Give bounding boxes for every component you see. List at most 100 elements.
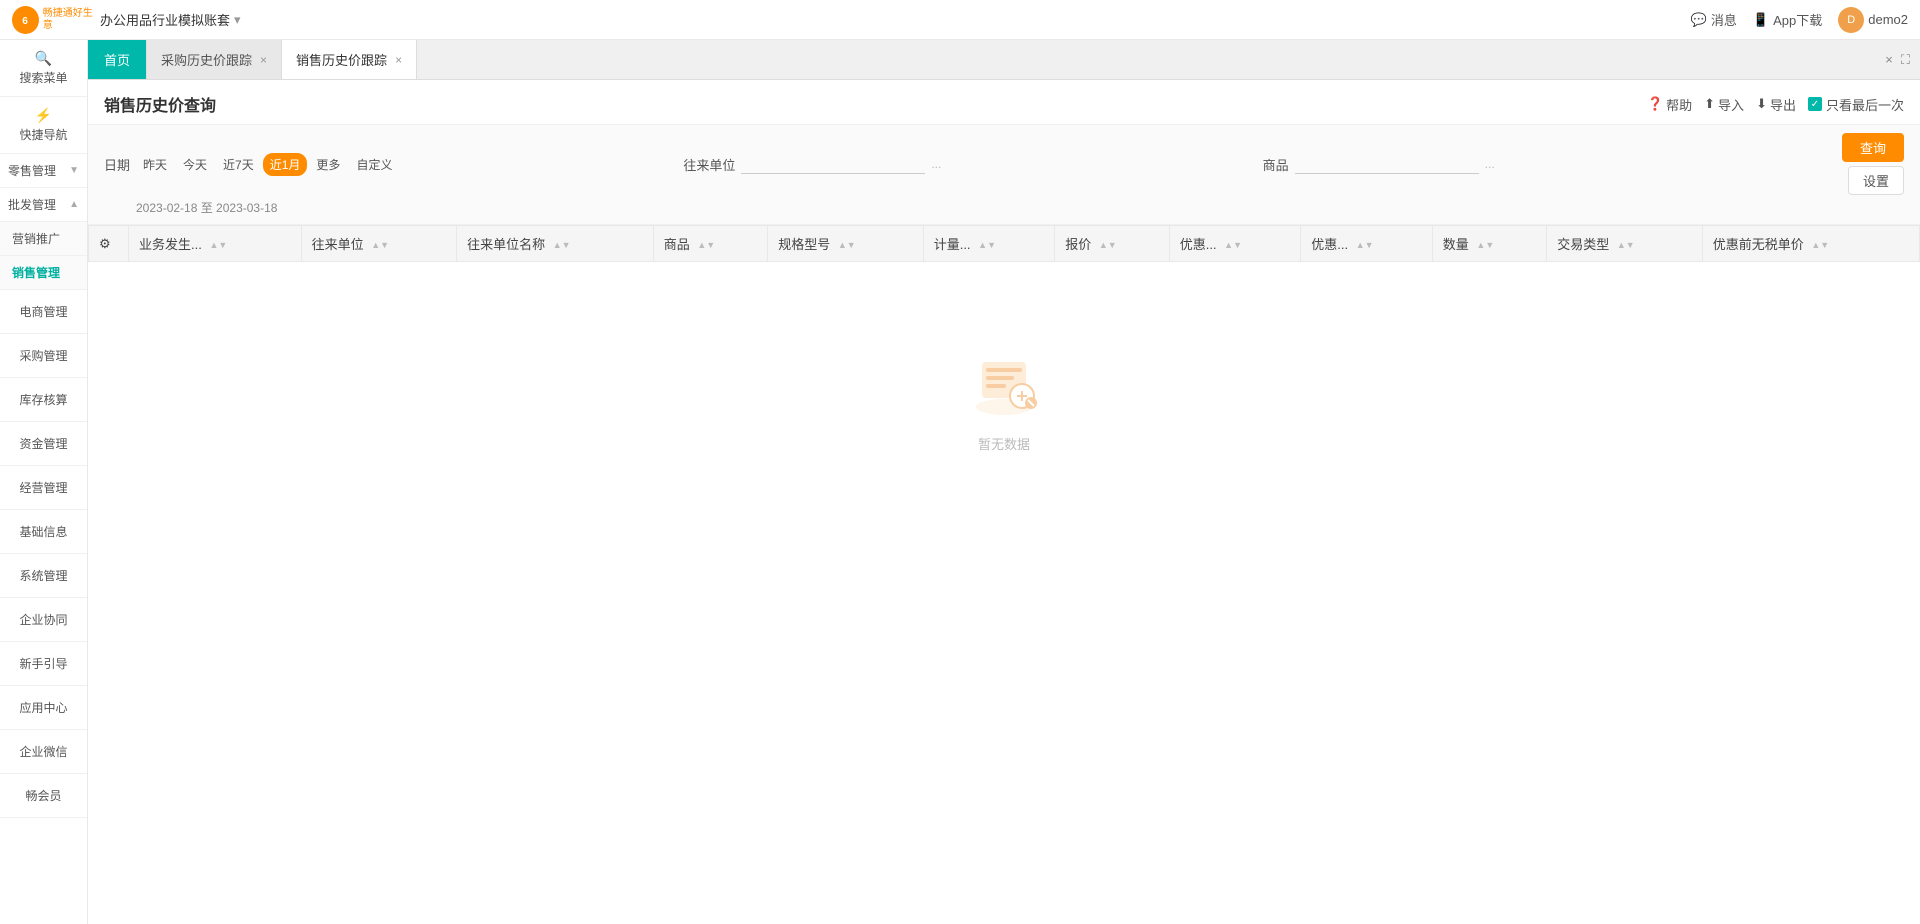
settings-button[interactable]: 设置 [1848, 166, 1904, 195]
sidebar-label-apps: 应用中心 [19, 699, 67, 716]
sidebar-item-retail[interactable]: 零售管理 ▼ [0, 154, 87, 188]
sort-quantity-icon[interactable]: ▲▼ [1476, 241, 1494, 250]
filter-date-range-display: 2023-02-18 至 2023-03-18 [136, 199, 1904, 216]
settings-gear-icon[interactable]: ⚙ [99, 236, 111, 251]
sidebar: 🔍 搜索菜单 ⚡ 快捷导航 零售管理 ▼ 批发管理 ▲ 营销推广 销售管理 电商… [0, 40, 88, 924]
sidebar-item-search[interactable]: 🔍 搜索菜单 [0, 40, 87, 97]
wholesale-submenu: 营销推广 销售管理 [0, 222, 87, 290]
partner-filter-section: 往来单位 ... [683, 154, 1250, 174]
sidebar-item-wechat[interactable]: 企业微信 [0, 730, 87, 774]
sidebar-label-inventory: 库存核算 [19, 391, 67, 408]
tab-bar-right: × ⛶ [1875, 40, 1920, 79]
sidebar-sub-marketing[interactable]: 营销推广 [0, 222, 87, 256]
user-area[interactable]: D demo2 [1838, 7, 1908, 33]
date-btn-yesterday[interactable]: 昨天 [136, 153, 174, 176]
import-btn[interactable]: ⬆ 导入 [1704, 95, 1744, 114]
col-quantity: 数量 ▲▼ [1432, 226, 1546, 262]
sidebar-item-purchase[interactable]: 采购管理 [0, 334, 87, 378]
sidebar-item-basic[interactable]: 基础信息 [0, 510, 87, 554]
sidebar-label-member: 畅会员 [25, 787, 61, 804]
tab-purchase-close-icon[interactable]: × [260, 53, 267, 67]
page-actions: ❓ 帮助 ⬆ 导入 ⬇ 导出 ✓ 只看最后一次 [1647, 95, 1904, 114]
sidebar-item-shortcut[interactable]: ⚡ 快捷导航 [0, 97, 87, 154]
sidebar-item-wholesale[interactable]: 批发管理 ▲ [0, 188, 87, 222]
date-btn-today[interactable]: 今天 [176, 153, 214, 176]
page-content: 销售历史价查询 ❓ 帮助 ⬆ 导入 ⬇ 导出 ✓ [88, 80, 1920, 924]
sidebar-item-enterprise[interactable]: 企业协同 [0, 598, 87, 642]
sidebar-item-finance[interactable]: 资金管理 [0, 422, 87, 466]
sort-product-icon[interactable]: ▲▼ [697, 241, 715, 250]
sidebar-item-inventory[interactable]: 库存核算 [0, 378, 87, 422]
sort-partner-code-icon[interactable]: ▲▼ [371, 241, 389, 250]
message-icon: 💬 [1691, 12, 1707, 28]
help-btn[interactable]: ❓ 帮助 [1647, 95, 1692, 114]
col-quote: 报价 ▲▼ [1055, 226, 1169, 262]
table-area: ⚙ 业务发生... ▲▼ 往来单位 ▲▼ 往来单位名称 [88, 225, 1920, 533]
tab-home[interactable]: 首页 [88, 40, 147, 79]
tab-purchase[interactable]: 采购历史价跟踪 × [147, 40, 282, 79]
query-button[interactable]: 查询 [1842, 133, 1904, 162]
partner-input[interactable] [741, 154, 925, 174]
search-icon: 🔍 [35, 50, 52, 67]
sort-pre-tax-price-icon[interactable]: ▲▼ [1811, 241, 1829, 250]
tab-sales-close-icon[interactable]: × [395, 53, 402, 67]
sidebar-item-system[interactable]: 系统管理 [0, 554, 87, 598]
empty-state: 暂无数据 [88, 262, 1920, 533]
close-window-icon[interactable]: × [1885, 52, 1893, 67]
filter-bar: 日期 昨天 今天 近7天 近1月 更多 自定义 往来单位 [88, 125, 1920, 225]
logo-icon: 6 [12, 6, 39, 34]
empty-state-icon [964, 342, 1044, 422]
table-header-row: ⚙ 业务发生... ▲▼ 往来单位 ▲▼ 往来单位名称 [89, 226, 1920, 262]
sort-discount2-icon[interactable]: ▲▼ [1356, 241, 1374, 250]
sidebar-label-basic: 基础信息 [19, 523, 67, 540]
app-download-btn[interactable]: 📱 App下载 [1753, 10, 1822, 29]
sidebar-item-member[interactable]: 畅会员 [0, 774, 87, 818]
page-header: 销售历史价查询 ❓ 帮助 ⬆ 导入 ⬇ 导出 ✓ [88, 80, 1920, 125]
sidebar-item-apps[interactable]: 应用中心 [0, 686, 87, 730]
logo-area: 6 畅捷通好生意 [12, 6, 100, 34]
page-title: 销售历史价查询 [104, 92, 216, 116]
date-btn-more[interactable]: 更多 [309, 153, 347, 176]
sort-spec-icon[interactable]: ▲▼ [838, 241, 856, 250]
sidebar-item-ecommerce[interactable]: 电商管理 [0, 290, 87, 334]
sidebar-label-purchase: 采购管理 [19, 347, 67, 364]
content-area: 首页 采购历史价跟踪 × 销售历史价跟踪 × × ⛶ 销售历史价查询 [88, 40, 1920, 924]
sort-biz-date-icon[interactable]: ▲▼ [209, 241, 227, 250]
workspace-selector[interactable]: 办公用品行业模拟账套 ▾ [100, 10, 1691, 29]
shortcut-icon: ⚡ [35, 107, 52, 124]
main-layout: 🔍 搜索菜单 ⚡ 快捷导航 零售管理 ▼ 批发管理 ▲ 营销推广 销售管理 电商… [0, 40, 1920, 924]
export-icon: ⬇ [1756, 96, 1767, 112]
sidebar-item-guide[interactable]: 新手引导 [0, 642, 87, 686]
tab-sales[interactable]: 销售历史价跟踪 × [282, 40, 417, 79]
retail-arrow-icon: ▼ [69, 165, 79, 176]
export-label: 导出 [1770, 95, 1796, 114]
col-partner-name: 往来单位名称 ▲▼ [457, 226, 654, 262]
sidebar-label-guide: 新手引导 [19, 655, 67, 672]
sort-partner-name-icon[interactable]: ▲▼ [553, 241, 571, 250]
col-pre-tax-price: 优惠前无税单价 ▲▼ [1702, 226, 1919, 262]
date-btn-1month[interactable]: 近1月 [263, 153, 308, 176]
sort-discount1-icon[interactable]: ▲▼ [1224, 241, 1242, 250]
message-btn[interactable]: 💬 消息 [1691, 10, 1737, 29]
svg-text:6: 6 [23, 16, 29, 27]
date-btn-custom[interactable]: 自定义 [349, 153, 399, 176]
product-input[interactable] [1295, 154, 1479, 174]
only-last-checkbox[interactable]: ✓ 只看最后一次 [1808, 95, 1904, 114]
top-header: 6 畅捷通好生意 办公用品行业模拟账套 ▾ 💬 消息 📱 App下载 D dem… [0, 0, 1920, 40]
date-filter-section: 日期 昨天 今天 近7天 近1月 更多 自定义 [104, 153, 671, 176]
col-partner-code: 往来单位 ▲▼ [301, 226, 457, 262]
col-biz-date: 业务发生... ▲▼ [129, 226, 302, 262]
help-icon: ❓ [1647, 96, 1663, 112]
sort-quote-icon[interactable]: ▲▼ [1099, 241, 1117, 250]
sort-unit-icon[interactable]: ▲▼ [978, 241, 996, 250]
export-btn[interactable]: ⬇ 导出 [1756, 95, 1796, 114]
sidebar-sub-sales-mgmt[interactable]: 销售管理 [0, 256, 87, 290]
date-btn-7days[interactable]: 近7天 [216, 153, 261, 176]
workspace-label: 办公用品行业模拟账套 [100, 10, 230, 29]
tab-bar: 首页 采购历史价跟踪 × 销售历史价跟踪 × × ⛶ [88, 40, 1920, 80]
fullscreen-icon[interactable]: ⛶ [1901, 52, 1910, 68]
sidebar-label-ecommerce: 电商管理 [19, 303, 67, 320]
sidebar-item-operations[interactable]: 经营管理 [0, 466, 87, 510]
sort-trade-type-icon[interactable]: ▲▼ [1617, 241, 1635, 250]
sidebar-label-search: 搜索菜单 [19, 69, 67, 86]
